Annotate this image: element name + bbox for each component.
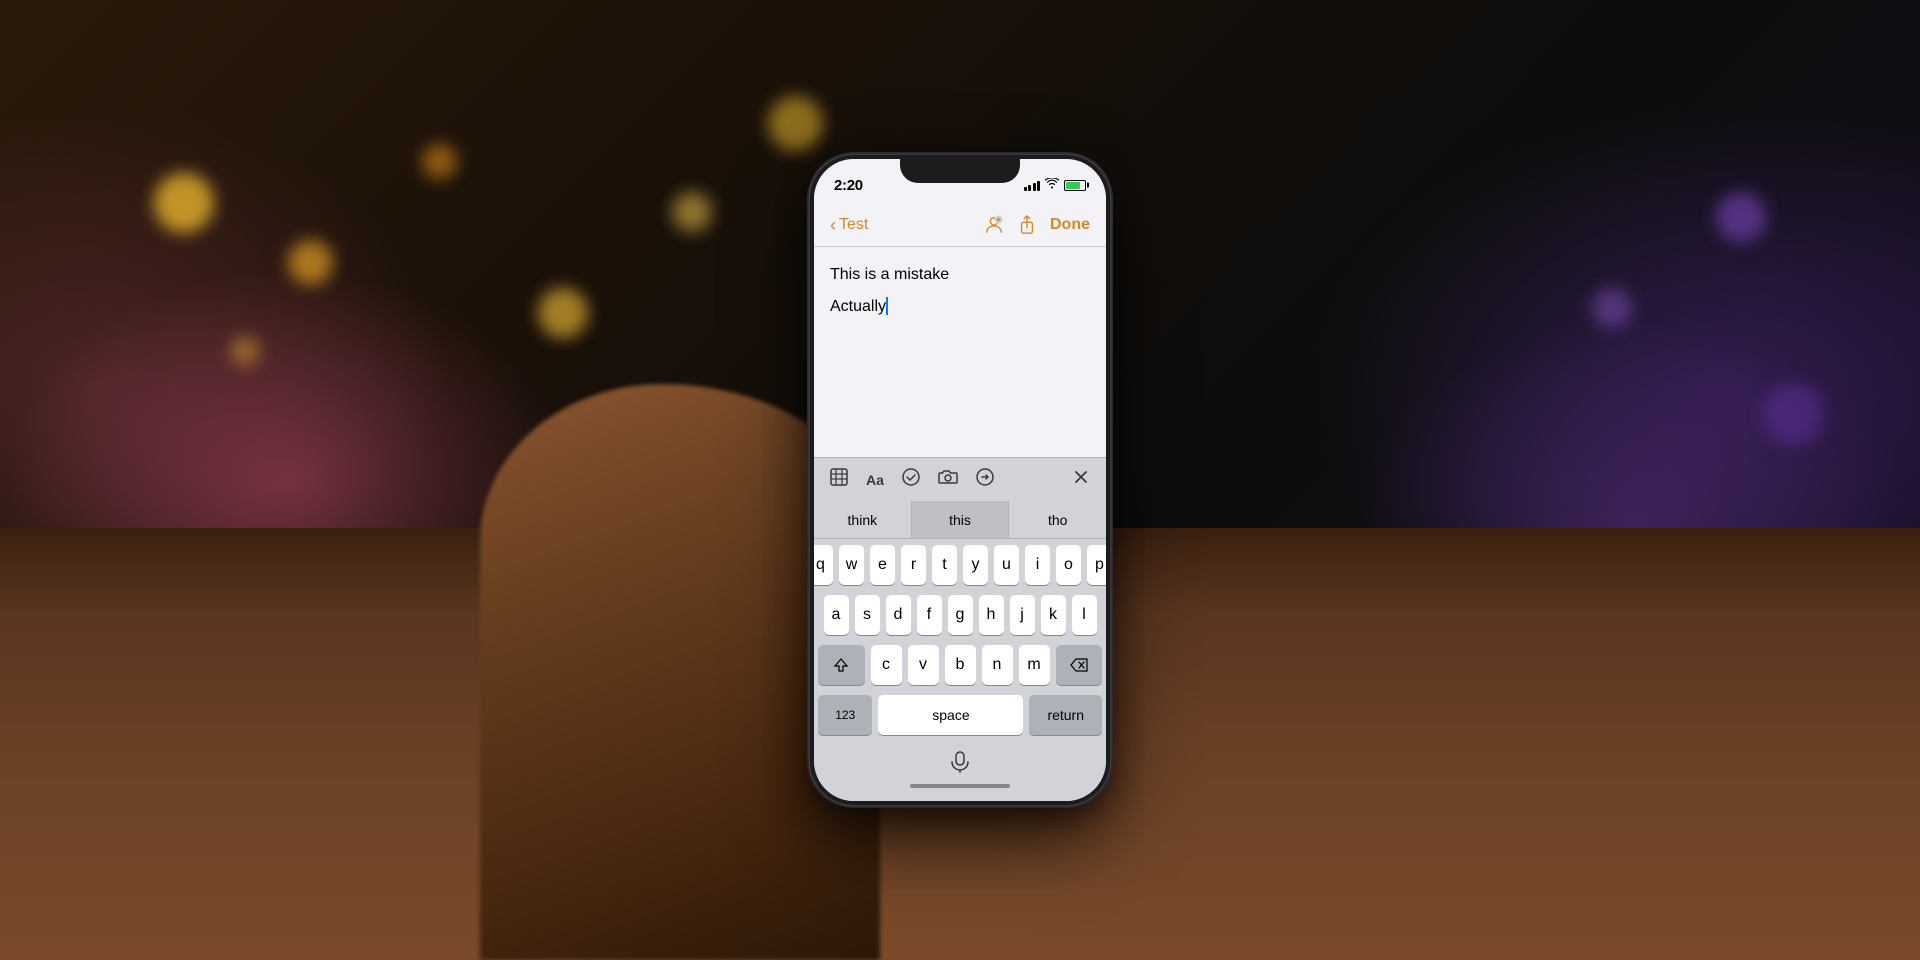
key-h[interactable]: h: [979, 595, 1004, 635]
key-o[interactable]: o: [1056, 545, 1081, 585]
shift-key[interactable]: [818, 645, 865, 685]
phone-device: 2:20: [810, 155, 1110, 805]
key-s[interactable]: s: [855, 595, 880, 635]
note-text: This is a mistake Actually: [830, 263, 1090, 319]
keyboard: q w e r t y u i o p a s d f g: [814, 539, 1106, 801]
key-b[interactable]: b: [945, 645, 976, 685]
keyboard-row-1: q w e r t y u i o p: [818, 545, 1102, 585]
key-k[interactable]: k: [1041, 595, 1066, 635]
keyboard-row-3: c v b n m: [818, 645, 1102, 685]
note-line-2-text: Actually: [830, 298, 886, 315]
autocomplete-item-2[interactable]: this: [912, 501, 1010, 538]
phone-screen: 2:20: [814, 159, 1106, 801]
key-y[interactable]: y: [963, 545, 988, 585]
back-button[interactable]: ‹ Test: [830, 216, 868, 234]
return-key[interactable]: return: [1029, 695, 1102, 735]
key-r[interactable]: r: [901, 545, 926, 585]
home-indicator: [818, 775, 1102, 797]
toolbar-icons: Aa: [830, 468, 994, 491]
bokeh-light: [672, 192, 712, 232]
bokeh-light: [154, 173, 214, 233]
text-cursor: [886, 297, 888, 315]
key-l[interactable]: l: [1072, 595, 1097, 635]
key-w[interactable]: w: [839, 545, 864, 585]
format-icon[interactable]: Aa: [866, 472, 884, 488]
bokeh-light: [288, 240, 333, 285]
phone-wrapper: 2:20: [810, 155, 1110, 805]
numbers-key[interactable]: 123: [818, 695, 872, 735]
key-g[interactable]: g: [948, 595, 973, 635]
key-f[interactable]: f: [917, 595, 942, 635]
space-key[interactable]: space: [878, 695, 1023, 735]
key-v[interactable]: v: [908, 645, 939, 685]
keyboard-row-2: a s d f g h j k l: [818, 595, 1102, 635]
autocomplete-item-3[interactable]: tho: [1009, 501, 1106, 538]
key-p[interactable]: p: [1087, 545, 1106, 585]
autocomplete-bar: think this tho: [814, 501, 1106, 539]
back-label: Test: [839, 216, 868, 234]
key-a[interactable]: a: [824, 595, 849, 635]
note-content[interactable]: This is a mistake Actually: [814, 247, 1106, 457]
note-line-2: Actually: [830, 295, 1090, 319]
wifi-icon: [1045, 178, 1059, 192]
keyboard-row-4: 123 space return: [818, 695, 1102, 735]
key-t[interactable]: t: [932, 545, 957, 585]
signal-icon: [1024, 179, 1041, 191]
mic-button[interactable]: [951, 751, 969, 773]
keyboard-bottom-row: [818, 745, 1102, 775]
nav-actions: Done: [984, 215, 1090, 235]
bokeh-light: [1764, 384, 1824, 444]
key-j[interactable]: j: [1010, 595, 1035, 635]
table-icon[interactable]: [830, 468, 848, 491]
key-q[interactable]: q: [814, 545, 833, 585]
camera-icon[interactable]: [938, 469, 958, 491]
key-d[interactable]: d: [886, 595, 911, 635]
key-u[interactable]: u: [994, 545, 1019, 585]
bokeh-light: [768, 96, 823, 151]
battery-fill: [1066, 182, 1080, 189]
phone-notch: [900, 155, 1020, 183]
status-time: 2:20: [834, 177, 863, 194]
key-c[interactable]: c: [871, 645, 902, 685]
back-chevron-icon: ‹: [830, 216, 836, 234]
bokeh-light: [538, 288, 588, 338]
close-keyboard-icon[interactable]: [1072, 468, 1090, 491]
key-i[interactable]: i: [1025, 545, 1050, 585]
status-icons: [1024, 178, 1087, 192]
bokeh-light: [1592, 288, 1632, 328]
battery-icon: [1064, 180, 1086, 191]
share-icon[interactable]: [1018, 215, 1036, 235]
key-n[interactable]: n: [982, 645, 1013, 685]
autocomplete-item-1[interactable]: think: [814, 501, 912, 538]
arrow-circle-icon[interactable]: [976, 468, 994, 491]
key-e[interactable]: e: [870, 545, 895, 585]
home-bar: [910, 784, 1010, 788]
done-button[interactable]: Done: [1050, 216, 1090, 234]
delete-key[interactable]: [1056, 645, 1103, 685]
key-m[interactable]: m: [1019, 645, 1050, 685]
keyboard-toolbar: Aa: [814, 457, 1106, 501]
person-icon[interactable]: [984, 215, 1004, 235]
nav-bar: ‹ Test: [814, 203, 1106, 247]
note-line-1: This is a mistake: [830, 263, 1090, 287]
check-icon[interactable]: [902, 468, 920, 491]
